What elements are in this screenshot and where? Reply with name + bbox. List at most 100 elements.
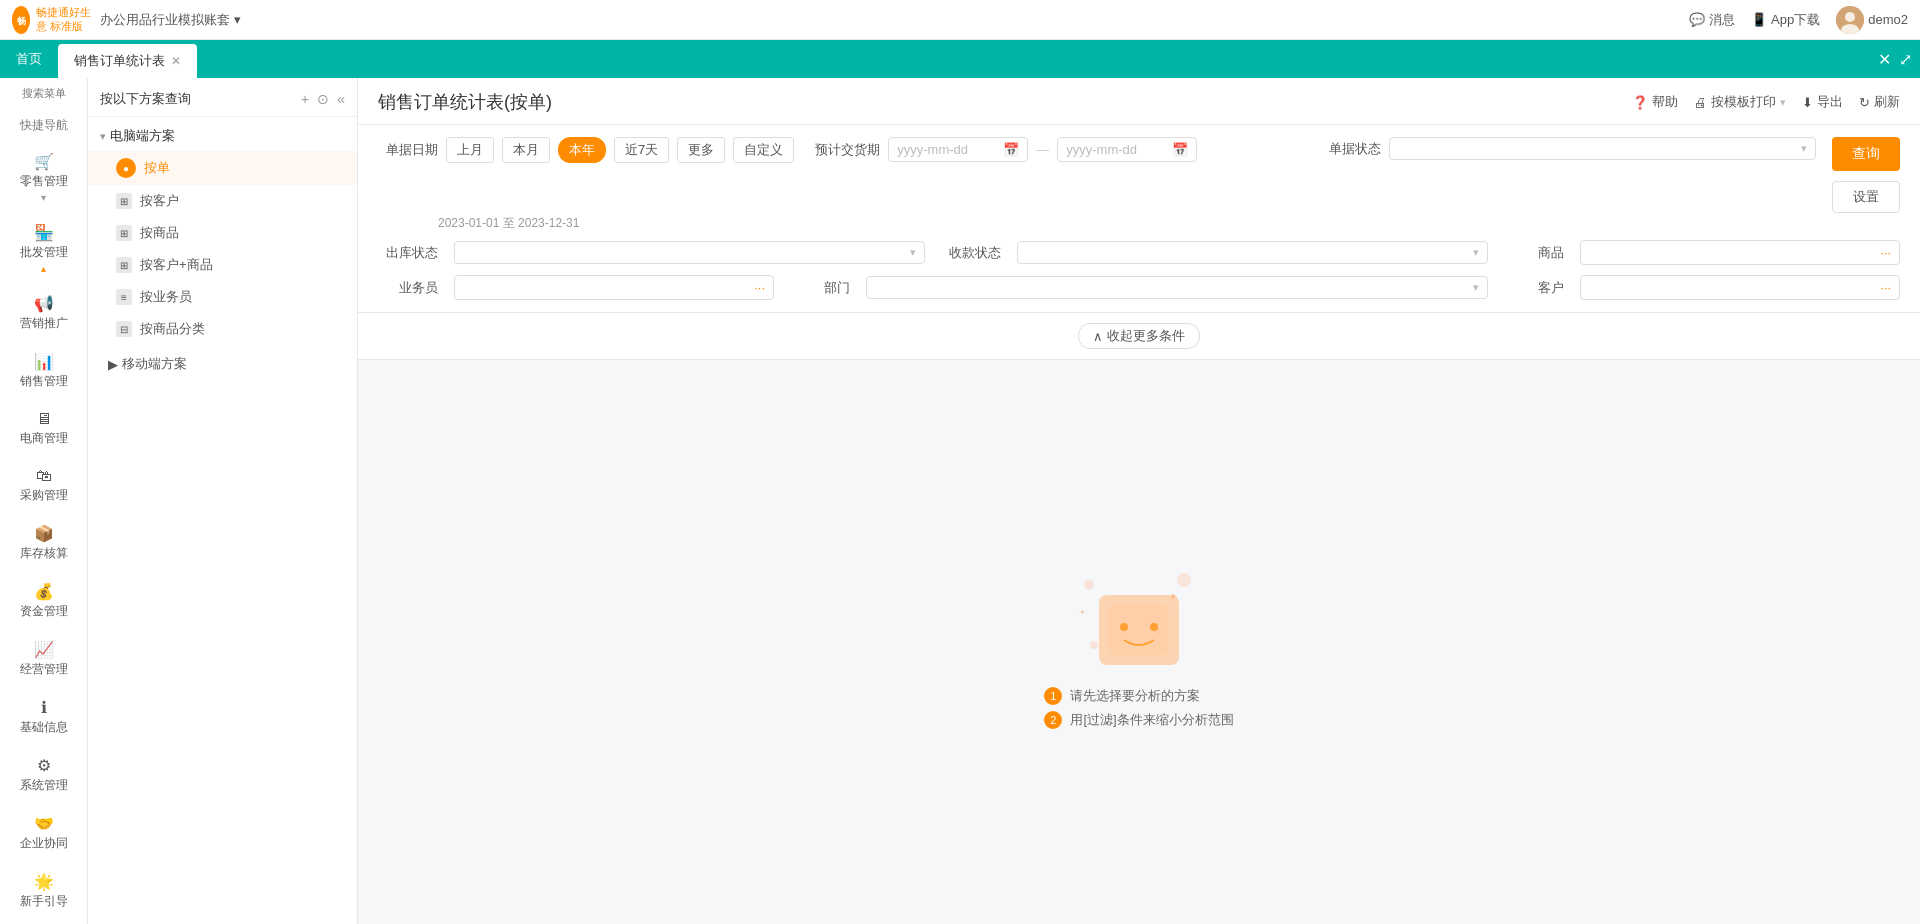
refresh-label: 刷新 (1874, 93, 1900, 111)
scheme-pc-group: ▾ 电脑端方案 ● 按单 ⊞ 按客户 ⊞ 按商品 (88, 117, 357, 349)
scheme-item-by-salesperson[interactable]: ≡ 按业务员 (88, 281, 357, 313)
sidebar-item-basic-info[interactable]: ℹ 基础信息 (0, 688, 87, 746)
tab-home-label: 首页 (16, 50, 42, 68)
sidebar-item-marketing[interactable]: 📢 营销推广 (0, 284, 87, 342)
sidebar-item-app-center[interactable]: 🧩 应用中心 (0, 920, 87, 924)
date-this-month[interactable]: 本月 (502, 137, 550, 163)
content-area: 按以下方案查询 + ⊙ « ▾ 电脑端方案 ● 按单 (88, 78, 1920, 924)
collapse-bar[interactable]: ∧ 收起更多条件 (358, 313, 1920, 360)
tab-close-icon[interactable]: ✕ (171, 54, 181, 68)
goods-label: 商品 (1504, 244, 1564, 262)
sidebar-item-ops[interactable]: 📈 经营管理 (0, 630, 87, 688)
sidebar-item-new-guide[interactable]: 🌟 新手引导 (0, 862, 87, 920)
svg-rect-6 (1109, 605, 1169, 655)
app-title-text: 办公用品行业模拟账套 (100, 11, 230, 29)
date-last7[interactable]: 近7天 (614, 137, 669, 163)
customer-input[interactable]: ··· (1580, 275, 1900, 300)
expected-date-from[interactable]: yyyy-mm-dd 📅 (888, 137, 1028, 162)
scheme-item-by-customer[interactable]: ⊞ 按客户 (88, 185, 357, 217)
scheme-item-by-order[interactable]: ● 按单 (88, 151, 357, 185)
export-btn[interactable]: ⬇ 导出 (1802, 93, 1843, 111)
scheme-add-icon[interactable]: + (301, 91, 309, 107)
scheme-item-by-product-cat[interactable]: ⊟ 按商品分类 (88, 313, 357, 345)
sidebar-item-retail-mgmt[interactable]: 🛒 零售管理 ▾ (0, 142, 87, 213)
sidebar-search[interactable]: 搜索菜单 (0, 78, 87, 109)
sales-mgmt-icon: 📊 (34, 352, 54, 371)
by-product-icon: ⊞ (116, 225, 132, 241)
expected-date-to[interactable]: yyyy-mm-dd 📅 (1057, 137, 1197, 162)
pc-group-arrow: ▾ (100, 130, 106, 143)
query-button[interactable]: 查询 (1832, 137, 1900, 171)
mobile-group-arrow: ▶ (108, 357, 118, 372)
filter-row-2: 出库状态 ▾ 收款状态 ▾ 商品 ··· (378, 240, 1900, 265)
sidebar-item-label-marketing: 营销推广 (20, 315, 68, 332)
salesperson-input-field[interactable] (463, 280, 754, 295)
sidebar-item-label-sales: 销售管理 (20, 373, 68, 390)
sidebar-item-sys[interactable]: ⚙ 系统管理 (0, 746, 87, 804)
scheme-settings-icon[interactable]: ⊙ (317, 91, 329, 107)
finance-icon: 💰 (34, 582, 54, 601)
svg-point-8 (1150, 623, 1158, 631)
collapse-button[interactable]: ∧ 收起更多条件 (1078, 323, 1200, 349)
sidebar-item-purchase[interactable]: 🛍 采购管理 (0, 457, 87, 514)
sidebar-item-finance[interactable]: 💰 资金管理 (0, 572, 87, 630)
dept-select[interactable]: ▾ (866, 276, 1488, 299)
user-avatar[interactable]: demo2 (1836, 6, 1908, 34)
sidebar-item-corp-collab[interactable]: 🤝 企业协同 (0, 804, 87, 862)
expected-to-placeholder: yyyy-mm-dd (1066, 142, 1137, 157)
customer-input-field[interactable] (1589, 280, 1880, 295)
sidebar-item-label-retail: 零售管理 (20, 173, 68, 190)
scheme-item-by-customer-product[interactable]: ⊞ 按客户+商品 (88, 249, 357, 281)
template-print-btn[interactable]: 🖨 按模板打印 ▾ (1694, 93, 1786, 111)
scheme-mobile-group[interactable]: ▶ 移动端方案 (88, 349, 357, 379)
goods-dots[interactable]: ··· (1880, 245, 1891, 260)
date-this-year[interactable]: 本年 (558, 137, 606, 163)
scheme-item-by-product[interactable]: ⊞ 按商品 (88, 217, 357, 249)
filter-row-3: 业务员 ··· 部门 ▾ 客户 ··· (378, 275, 1900, 300)
message-btn[interactable]: 💬 消息 (1689, 11, 1735, 29)
out-status-select[interactable]: ▾ (454, 241, 925, 264)
salesperson-dots[interactable]: ··· (754, 280, 765, 295)
bill-status-select[interactable]: ▾ (1389, 137, 1816, 160)
sidebar-item-inventory[interactable]: 📦 库存核算 (0, 514, 87, 572)
date-last-month[interactable]: 上月 (446, 137, 494, 163)
tab-bar-expand-icon[interactable]: ⤢ (1899, 50, 1912, 69)
app-download-icon: 📱 (1751, 12, 1767, 27)
tab-bar: 首页 销售订单统计表 ✕ ✕ ⤢ (0, 40, 1920, 78)
top-bar: 畅 畅捷通好生意 标准版 办公用品行业模拟账套 ▾ 💬 消息 📱 App下载 d… (0, 0, 1920, 40)
bill-status-arrow: ▾ (1801, 142, 1807, 155)
scheme-pc-group-title[interactable]: ▾ 电脑端方案 (88, 121, 357, 151)
sidebar-item-sales-mgmt[interactable]: 📊 销售管理 (0, 342, 87, 400)
customer-dots[interactable]: ··· (1880, 280, 1891, 295)
date-more[interactable]: 更多 (677, 137, 725, 163)
sidebar-quick-nav[interactable]: 快捷导航 (0, 109, 87, 142)
title-dropdown-arrow[interactable]: ▾ (234, 12, 241, 27)
message-icon: 💬 (1689, 12, 1705, 27)
template-print-dropdown[interactable]: ▾ (1780, 96, 1786, 109)
query-setting-col: 查询 设置 (1832, 137, 1900, 213)
scheme-item-by-order-label: 按单 (144, 159, 170, 177)
help-icon: ❓ (1632, 95, 1648, 110)
ops-icon: 📈 (34, 640, 54, 659)
message-label: 消息 (1709, 11, 1735, 29)
wholesale-expand-icon: ▴ (41, 263, 46, 274)
tab-home[interactable]: 首页 (0, 40, 58, 78)
goods-input-field[interactable] (1589, 245, 1880, 260)
scheme-collapse-icon[interactable]: « (337, 91, 345, 107)
refresh-btn[interactable]: ↻ 刷新 (1859, 93, 1900, 111)
pay-status-select[interactable]: ▾ (1017, 241, 1488, 264)
settings-button[interactable]: 设置 (1832, 181, 1900, 213)
tab-order-stats[interactable]: 销售订单统计表 ✕ (58, 44, 197, 78)
scheme-item-by-product-cat-label: 按商品分类 (140, 320, 205, 338)
tab-bar-close-icon[interactable]: ✕ (1878, 50, 1891, 69)
svg-point-10 (1177, 573, 1191, 587)
help-btn[interactable]: ❓ 帮助 (1632, 93, 1678, 111)
out-status-label: 出库状态 (378, 244, 438, 262)
salesperson-input[interactable]: ··· (454, 275, 774, 300)
right-panel: 销售订单统计表(按单) ❓ 帮助 🖨 按模板打印 ▾ ⬇ (358, 78, 1920, 924)
app-download-btn[interactable]: 📱 App下载 (1751, 11, 1820, 29)
sidebar-item-wholesale-mgmt[interactable]: 🏪 批发管理 ▴ (0, 213, 87, 284)
goods-input[interactable]: ··· (1580, 240, 1900, 265)
date-custom[interactable]: 自定义 (733, 137, 794, 163)
sidebar-item-ecommerce[interactable]: 🖥 电商管理 (0, 400, 87, 457)
